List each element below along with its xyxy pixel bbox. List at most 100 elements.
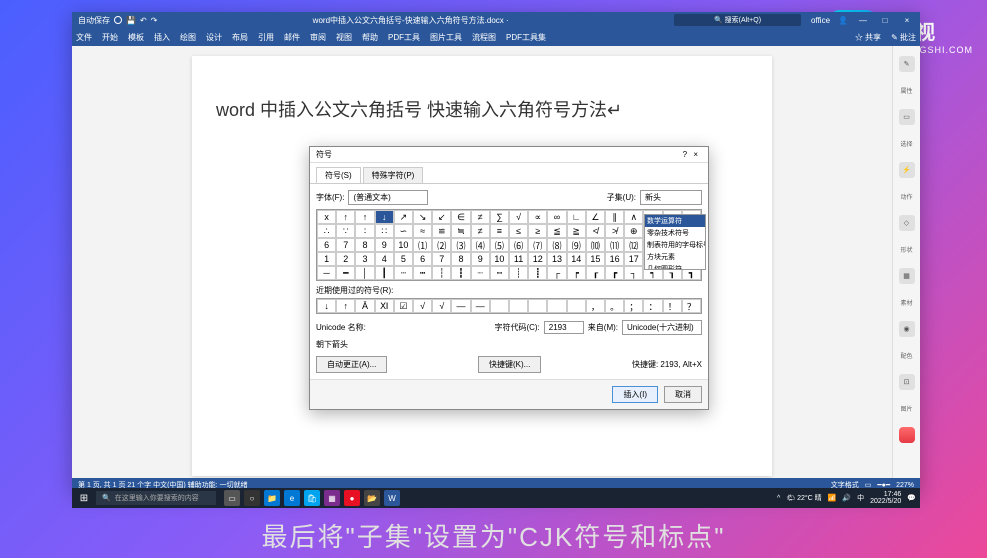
weather-widget[interactable]: 🌤 22°C 晴: [786, 493, 821, 503]
symbol-cell[interactable]: ⑼: [567, 238, 586, 252]
symbol-cell[interactable]: │: [355, 266, 374, 280]
symbol-cell[interactable]: ┉: [490, 266, 509, 280]
redo-icon[interactable]: ↷: [151, 16, 158, 25]
symbol-cell[interactable]: ∞: [547, 210, 566, 224]
symbol-cell[interactable]: ⑹: [509, 238, 528, 252]
close-button[interactable]: ×: [900, 16, 914, 25]
store-icon[interactable]: 🛍: [304, 490, 320, 506]
from-select[interactable]: Unicode(十六进制): [622, 320, 702, 335]
symbol-cell[interactable]: 15: [586, 252, 605, 266]
account-icon[interactable]: 👤: [838, 16, 848, 25]
symbol-cell[interactable]: ≒: [451, 224, 470, 238]
symbol-cell[interactable]: 8: [451, 252, 470, 266]
sidebar-material-icon[interactable]: ▦: [899, 268, 915, 284]
symbol-cell[interactable]: ⑻: [547, 238, 566, 252]
subset-option[interactable]: 几何图形符: [645, 263, 705, 270]
symbol-cell[interactable]: ─: [317, 266, 336, 280]
symbol-cell[interactable]: 10: [394, 238, 413, 252]
symbol-cell[interactable]: ┍: [567, 266, 586, 280]
recent-symbol-cell[interactable]: —: [451, 299, 470, 313]
maximize-button[interactable]: □: [878, 16, 892, 25]
recent-symbol-cell[interactable]: ☑: [394, 299, 413, 313]
symbol-cell[interactable]: ⑿: [624, 238, 643, 252]
recent-symbol-cell[interactable]: Ā: [355, 299, 374, 313]
font-select[interactable]: (普通文本): [348, 190, 428, 205]
symbol-cell[interactable]: ⑾: [605, 238, 624, 252]
symbol-cell[interactable]: 1: [317, 252, 336, 266]
recent-symbol-cell[interactable]: ？: [682, 299, 701, 313]
tab-mail[interactable]: 邮件: [284, 32, 300, 43]
recent-symbol-cell[interactable]: ！: [663, 299, 682, 313]
shortcut-button[interactable]: 快捷键(K)...: [478, 356, 541, 373]
start-button[interactable]: ⊞: [76, 490, 92, 506]
symbol-cell[interactable]: ┆: [432, 266, 451, 280]
symbol-cell[interactable]: ≌: [432, 224, 451, 238]
symbol-cell[interactable]: 8: [355, 238, 374, 252]
sidebar-shape-icon[interactable]: ◇: [899, 215, 915, 231]
symbol-cell[interactable]: ↓: [375, 210, 394, 224]
symbol-cell[interactable]: ≤: [509, 224, 528, 238]
sidebar-color-icon[interactable]: ◉: [899, 321, 915, 337]
task-view-icon[interactable]: ▭: [224, 490, 240, 506]
symbol-cell[interactable]: ┄: [394, 266, 413, 280]
sidebar-image-icon[interactable]: ⊡: [899, 374, 915, 390]
symbol-cell[interactable]: 11: [509, 252, 528, 266]
recent-symbol-cell[interactable]: ，: [586, 299, 605, 313]
wifi-icon[interactable]: 📶: [828, 494, 837, 502]
autocorrect-button[interactable]: 自动更正(A)...: [316, 356, 387, 373]
tab-symbols[interactable]: 符号(S): [316, 167, 361, 183]
tab-draw[interactable]: 绘图: [180, 32, 196, 43]
tab-layout[interactable]: 布局: [232, 32, 248, 43]
symbol-cell[interactable]: ∟: [567, 210, 586, 224]
tab-home[interactable]: 开始: [102, 32, 118, 43]
symbol-cell[interactable]: ∑: [490, 210, 509, 224]
app-icon[interactable]: ▦: [324, 490, 340, 506]
recent-symbol-cell[interactable]: [547, 299, 566, 313]
symbol-cell[interactable]: ┐: [624, 266, 643, 280]
symbol-cell[interactable]: ∴: [317, 224, 336, 238]
ime-icon[interactable]: 中: [857, 493, 864, 503]
volume-icon[interactable]: 🔊: [842, 494, 851, 502]
symbol-cell[interactable]: ≯: [605, 224, 624, 238]
symbol-cell[interactable]: √: [509, 210, 528, 224]
symbol-cell[interactable]: 13: [547, 252, 566, 266]
symbol-cell[interactable]: 10: [490, 252, 509, 266]
symbol-cell[interactable]: ┅: [413, 266, 432, 280]
symbol-cell[interactable]: ≥: [528, 224, 547, 238]
edge-icon[interactable]: e: [284, 490, 300, 506]
symbol-cell[interactable]: ↙: [432, 210, 451, 224]
subset-option[interactable]: 数学运算符: [645, 215, 705, 227]
symbol-cell[interactable]: 3: [355, 252, 374, 266]
recent-symbol-cell[interactable]: ↑: [336, 299, 355, 313]
symbol-cell[interactable]: 4: [375, 252, 394, 266]
symbol-cell[interactable]: ∽: [394, 224, 413, 238]
tab-design[interactable]: 设计: [206, 32, 222, 43]
symbol-cell[interactable]: ≡: [490, 224, 509, 238]
symbol-cell[interactable]: ↘: [413, 210, 432, 224]
symbol-cell[interactable]: 14: [567, 252, 586, 266]
dialog-help-button[interactable]: ?: [683, 150, 687, 159]
symbol-cell[interactable]: 9: [375, 238, 394, 252]
recent-symbol-cell[interactable]: ；: [624, 299, 643, 313]
titlebar-search[interactable]: 🔍 搜索(Alt+Q): [674, 14, 801, 26]
recent-symbol-cell[interactable]: Ⅺ: [375, 299, 394, 313]
symbol-cell[interactable]: ⑴: [413, 238, 432, 252]
symbol-cell[interactable]: 7: [336, 238, 355, 252]
sidebar-action-icon[interactable]: ⚡: [899, 162, 915, 178]
symbol-cell[interactable]: ⑷: [471, 238, 490, 252]
recent-symbol-cell[interactable]: √: [432, 299, 451, 313]
autosave-toggle[interactable]: 自动保存: [78, 15, 110, 26]
symbol-cell[interactable]: ∝: [528, 210, 547, 224]
symbol-cell[interactable]: ≠: [471, 210, 490, 224]
recent-symbol-cell[interactable]: ↓: [317, 299, 336, 313]
sidebar-red-packet-icon[interactable]: [899, 427, 915, 443]
recent-symbol-cell[interactable]: [490, 299, 509, 313]
symbol-cell[interactable]: ∠: [586, 210, 605, 224]
symbol-cell[interactable]: ┈: [471, 266, 490, 280]
symbol-cell[interactable]: 12: [528, 252, 547, 266]
save-icon[interactable]: 💾: [126, 16, 136, 25]
subset-option[interactable]: 制表符用的字母标号: [645, 239, 705, 251]
symbol-cell[interactable]: ┋: [528, 266, 547, 280]
recent-symbol-cell[interactable]: √: [413, 299, 432, 313]
symbol-cell[interactable]: ∷: [375, 224, 394, 238]
